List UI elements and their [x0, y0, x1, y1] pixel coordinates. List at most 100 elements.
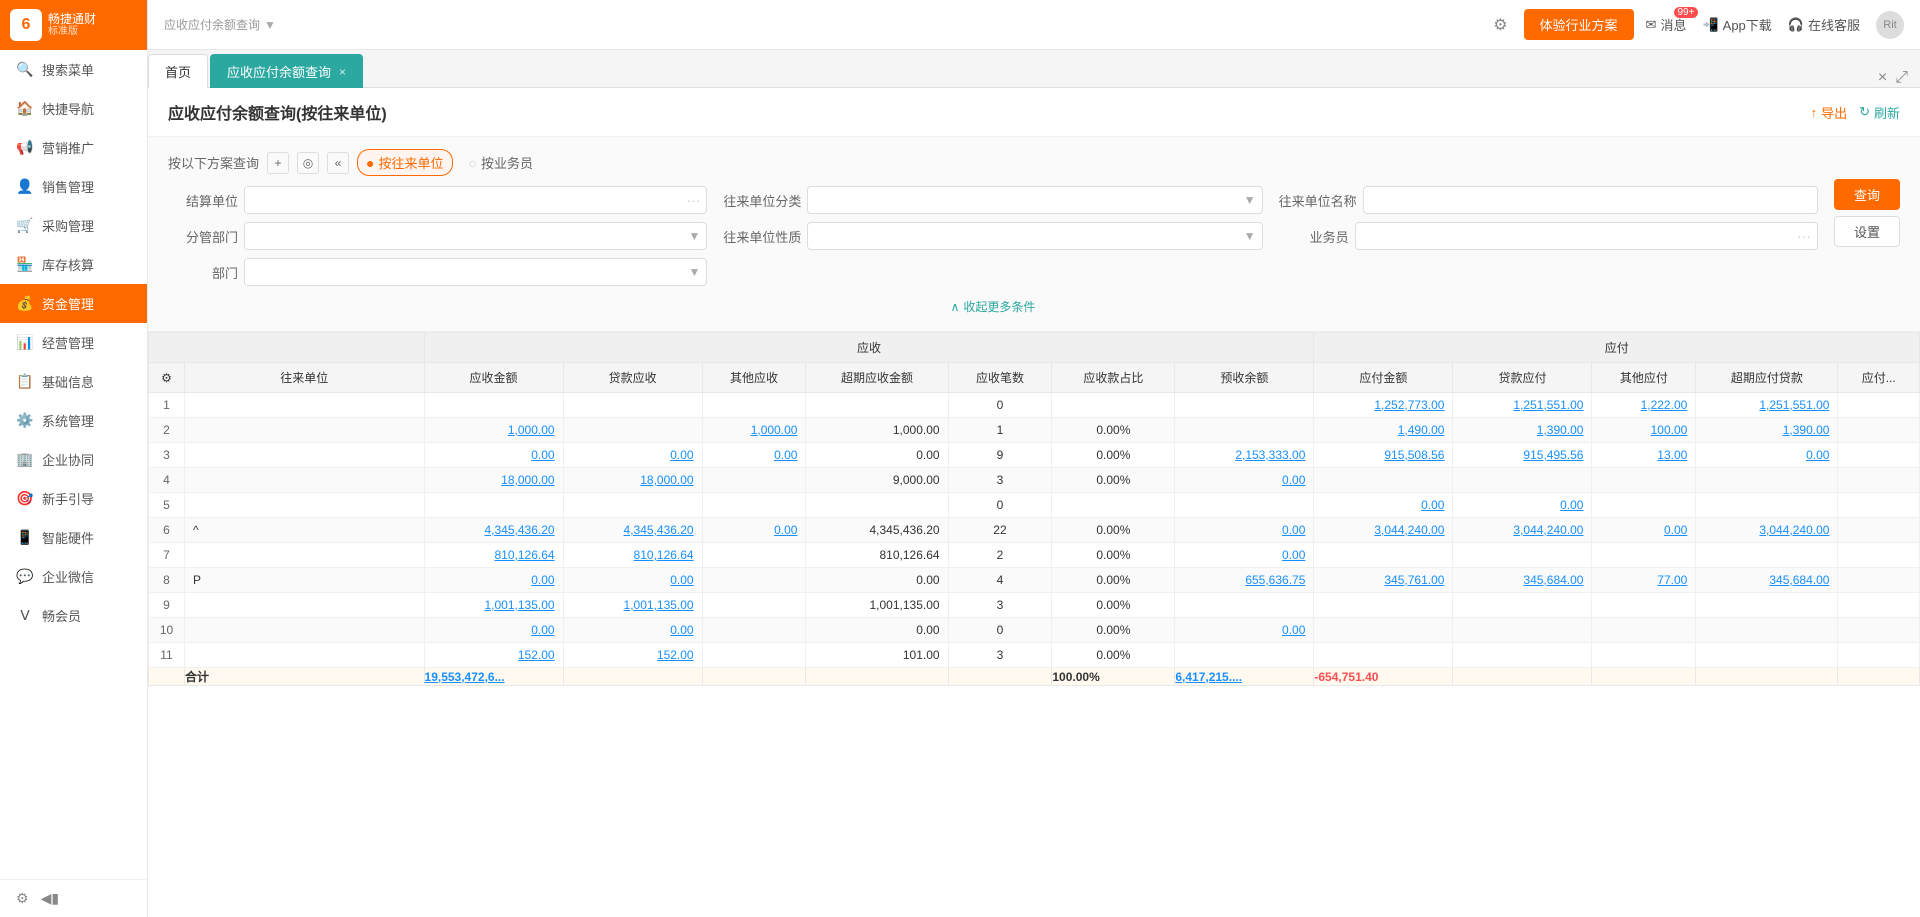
sidebar-item-sales[interactable]: 👤 销售管理: [0, 167, 147, 206]
other-ar-cell[interactable]: [702, 543, 806, 568]
loan-ap-cell[interactable]: 0.00: [1453, 493, 1592, 518]
collapse-sidebar-icon[interactable]: ◀▮: [41, 890, 59, 907]
ar-amount-cell[interactable]: 0.00: [424, 443, 563, 468]
ar-amount-cell[interactable]: [424, 493, 563, 518]
overdue-ap-cell[interactable]: [1696, 643, 1838, 668]
sidebar-item-basic-info[interactable]: 📋 基础信息: [0, 362, 147, 401]
other-ar-cell[interactable]: [702, 393, 806, 418]
loan-ap-cell[interactable]: [1453, 543, 1592, 568]
other-ar-cell[interactable]: [702, 593, 806, 618]
overdue-ap-cell[interactable]: [1696, 593, 1838, 618]
salesperson-input[interactable]: [1362, 229, 1797, 243]
ar-amount-cell[interactable]: [424, 393, 563, 418]
prepaid-cell[interactable]: 655,636.75: [1175, 568, 1314, 593]
prepaid-cell[interactable]: [1175, 643, 1314, 668]
dropdown-icon[interactable]: ▼: [264, 18, 276, 32]
ar-amount-cell[interactable]: 810,126.64: [424, 543, 563, 568]
loan-ap-cell[interactable]: [1453, 593, 1592, 618]
other-ar-cell[interactable]: [702, 493, 806, 518]
ap-amount-cell[interactable]: [1314, 643, 1453, 668]
overdue-ap-cell[interactable]: 1,251,551.00: [1696, 393, 1838, 418]
loan-ar-cell[interactable]: 0.00: [563, 568, 702, 593]
ap-amount-cell[interactable]: [1314, 543, 1453, 568]
loan-ar-cell[interactable]: [563, 493, 702, 518]
other-ap-cell[interactable]: [1592, 593, 1696, 618]
loan-ap-cell[interactable]: [1453, 618, 1592, 643]
other-ap-cell[interactable]: [1592, 618, 1696, 643]
ar-amount-cell[interactable]: 18,000.00: [424, 468, 563, 493]
prepaid-cell[interactable]: [1175, 418, 1314, 443]
dept-manager-select[interactable]: ▼: [244, 222, 707, 250]
overdue-ap-cell[interactable]: [1696, 468, 1838, 493]
other-ar-cell[interactable]: [702, 618, 806, 643]
ap-amount-cell[interactable]: 345,761.00: [1314, 568, 1453, 593]
prepaid-cell[interactable]: 0.00: [1175, 518, 1314, 543]
prepaid-cell[interactable]: 0.00: [1175, 468, 1314, 493]
other-ap-cell[interactable]: 100.00: [1592, 418, 1696, 443]
collapse-more-btn[interactable]: ∧ 收起更多条件: [947, 294, 1040, 319]
loan-ar-cell[interactable]: 810,126.64: [563, 543, 702, 568]
footer-ar-amount[interactable]: 19,553,472,6...: [424, 668, 563, 686]
sidebar-item-wechat[interactable]: 💬 企业微信: [0, 557, 147, 596]
prepaid-cell[interactable]: [1175, 593, 1314, 618]
tab-home[interactable]: 首页: [148, 54, 208, 88]
industry-btn[interactable]: 体验行业方案: [1524, 9, 1634, 40]
loan-ap-cell[interactable]: 345,684.00: [1453, 568, 1592, 593]
overdue-ap-cell[interactable]: 345,684.00: [1696, 568, 1838, 593]
ap-amount-cell[interactable]: [1314, 593, 1453, 618]
other-ar-cell[interactable]: [702, 468, 806, 493]
ap-amount-cell[interactable]: 3,044,240.00: [1314, 518, 1453, 543]
ar-amount-cell[interactable]: 152.00: [424, 643, 563, 668]
online-service-btn[interactable]: 🎧 在线客服: [1788, 15, 1860, 34]
ap-amount-cell[interactable]: 1,252,773.00: [1314, 393, 1453, 418]
ap-amount-cell[interactable]: 915,508.56: [1314, 443, 1453, 468]
th-settings[interactable]: ⚙: [149, 363, 185, 393]
table-settings-icon[interactable]: ⚙: [161, 371, 172, 385]
sidebar-item-marketing[interactable]: 📢 营销推广: [0, 128, 147, 167]
loan-ar-cell[interactable]: 0.00: [563, 443, 702, 468]
ap-amount-cell[interactable]: 1,490.00: [1314, 418, 1453, 443]
sidebar-item-search-menu[interactable]: 🔍 搜索菜单: [0, 50, 147, 89]
ar-amount-cell[interactable]: 1,000.00: [424, 418, 563, 443]
other-ar-cell[interactable]: [702, 643, 806, 668]
loan-ap-cell[interactable]: [1453, 643, 1592, 668]
overdue-ap-cell[interactable]: [1696, 493, 1838, 518]
ar-amount-cell[interactable]: 0.00: [424, 618, 563, 643]
tab-close-icon[interactable]: ×: [339, 65, 346, 79]
loan-ar-cell[interactable]: [563, 418, 702, 443]
prepaid-cell[interactable]: [1175, 393, 1314, 418]
refresh-btn[interactable]: ↻ 刷新: [1859, 103, 1900, 122]
loan-ap-cell[interactable]: 915,495.56: [1453, 443, 1592, 468]
partner-name-input[interactable]: [1363, 186, 1818, 214]
add-filter-btn[interactable]: +: [267, 152, 289, 174]
other-ar-cell[interactable]: [702, 568, 806, 593]
other-ap-cell[interactable]: 1,222.00: [1592, 393, 1696, 418]
gear-icon[interactable]: ⚙: [1493, 15, 1507, 35]
overdue-ap-cell[interactable]: [1696, 618, 1838, 643]
ap-amount-cell[interactable]: [1314, 618, 1453, 643]
sidebar-item-smart-hw[interactable]: 📱 智能硬件: [0, 518, 147, 557]
loan-ar-cell[interactable]: [563, 393, 702, 418]
maximize-icon[interactable]: ⤢: [1895, 69, 1908, 87]
other-ap-cell[interactable]: 0.00: [1592, 518, 1696, 543]
loan-ap-cell[interactable]: [1453, 468, 1592, 493]
prepaid-cell[interactable]: 0.00: [1175, 543, 1314, 568]
footer-prepaid[interactable]: 6,417,215....: [1175, 668, 1314, 686]
loan-ap-cell[interactable]: 1,251,551.00: [1453, 393, 1592, 418]
loan-ar-cell[interactable]: 0.00: [563, 618, 702, 643]
sidebar-item-member[interactable]: Ⅴ 畅会员: [0, 596, 147, 635]
filter-mode-salesperson[interactable]: ○ 按业务员: [461, 150, 541, 175]
sidebar-item-quick-nav[interactable]: 🏠 快捷导航: [0, 89, 147, 128]
partner-nature-select[interactable]: ▼: [807, 222, 1262, 250]
other-ap-cell[interactable]: [1592, 643, 1696, 668]
overdue-ap-cell[interactable]: 3,044,240.00: [1696, 518, 1838, 543]
loan-ar-cell[interactable]: 4,345,436.20: [563, 518, 702, 543]
loan-ar-cell[interactable]: 152.00: [563, 643, 702, 668]
loan-ap-cell[interactable]: 1,390.00: [1453, 418, 1592, 443]
other-ap-cell[interactable]: [1592, 493, 1696, 518]
other-ap-cell[interactable]: 77.00: [1592, 568, 1696, 593]
tab-ar-ap-query[interactable]: 应收应付余额查询 ×: [210, 54, 363, 88]
overdue-ap-cell[interactable]: [1696, 543, 1838, 568]
user-avatar[interactable]: Rit: [1876, 11, 1904, 39]
loan-ar-cell[interactable]: 18,000.00: [563, 468, 702, 493]
